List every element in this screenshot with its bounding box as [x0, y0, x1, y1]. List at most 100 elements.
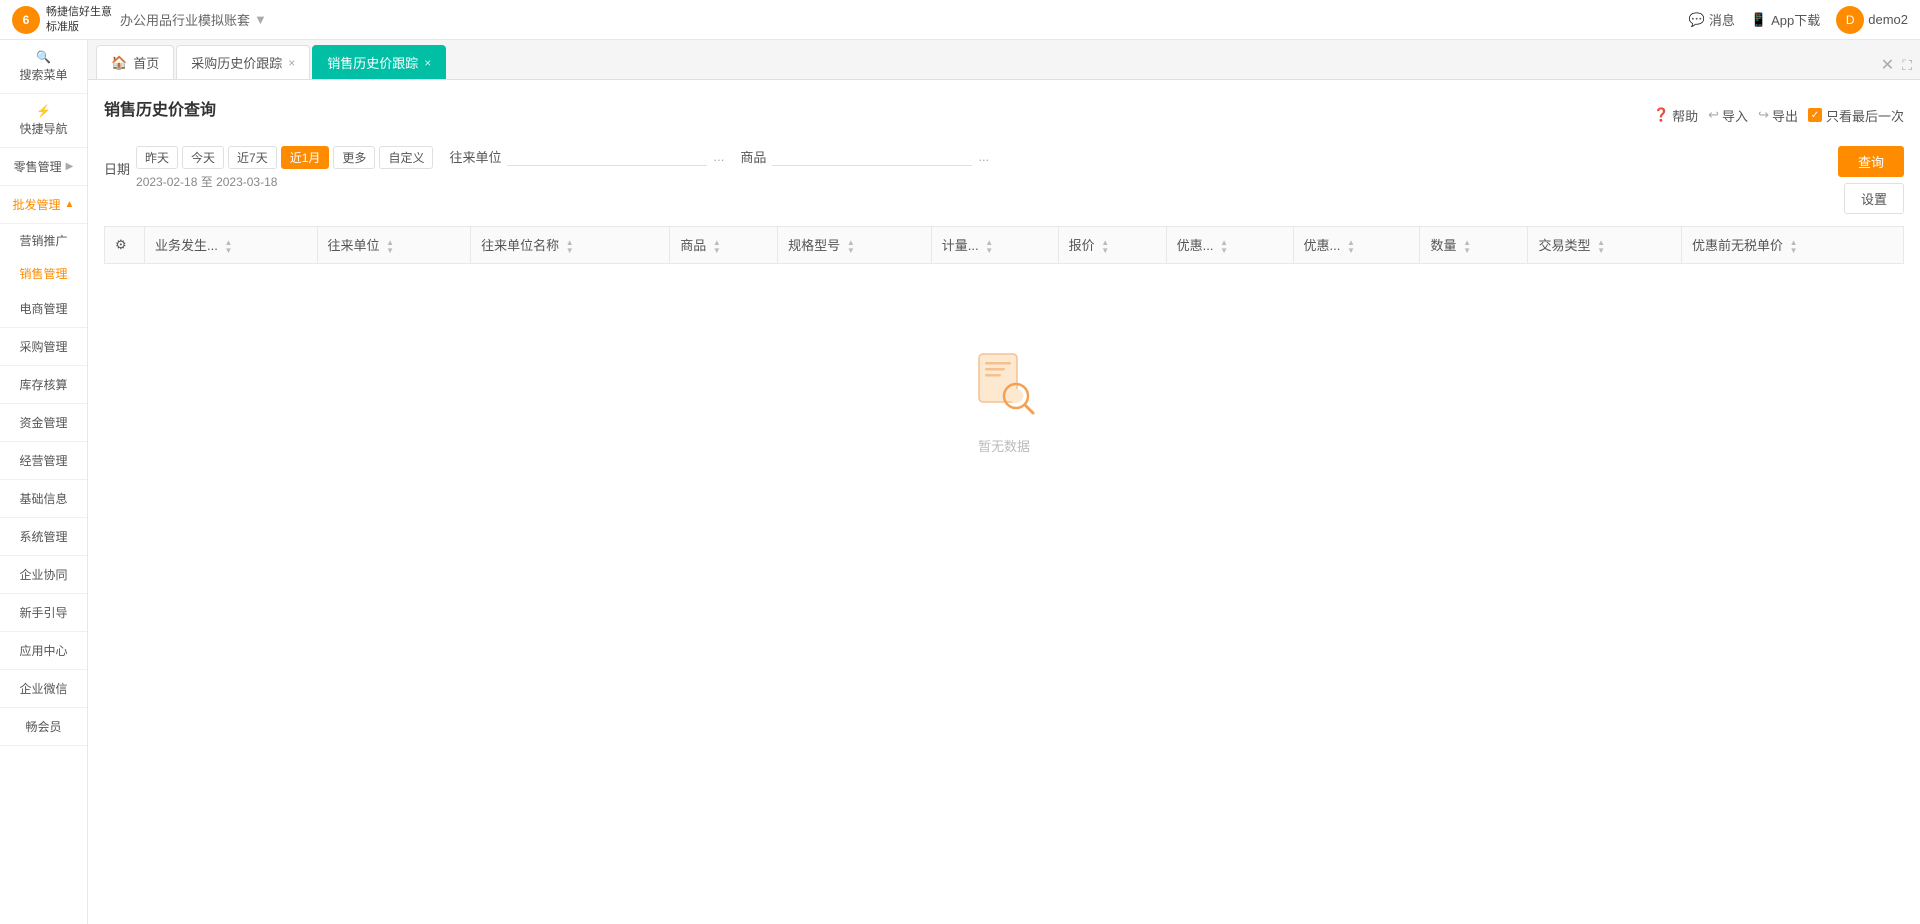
- partner-dots: ...: [713, 149, 724, 164]
- chevron-down-icon: ▲: [65, 199, 75, 210]
- partner-filter-group: 往来单位 ...: [449, 146, 724, 166]
- sidebar-item-retail-mgmt[interactable]: 零售管理 ▶: [0, 148, 87, 186]
- page-header: 销售历史价查询 ❓ 帮助 ↩ 导入 ↪ 导出 ✓: [104, 96, 1904, 134]
- table-col-discount2[interactable]: 优惠... ▲▼: [1293, 227, 1420, 264]
- chevron-down-icon[interactable]: ▼: [254, 12, 267, 27]
- filter-row: 日期 昨天 今天 近7天 近1月 更多 自定义 2023-02-18 至 202…: [104, 146, 1904, 214]
- table-col-quantity[interactable]: 数量 ▲▼: [1420, 227, 1528, 264]
- empty-text: 暂无数据: [978, 436, 1030, 455]
- logo-area: 6 畅捷信好生意 标准版: [12, 5, 112, 34]
- sort-arrows-spec: ▲▼: [847, 239, 855, 255]
- table-col-quote[interactable]: 报价 ▲▼: [1058, 227, 1166, 264]
- tab-bar-actions: ✕ ⛶: [1881, 55, 1912, 79]
- tab-purchase-history[interactable]: 采购历史价跟踪 ×: [176, 45, 310, 79]
- app-download-button[interactable]: 📱 App下载: [1751, 10, 1820, 29]
- date-btn-today[interactable]: 今天: [182, 146, 224, 169]
- date-buttons: 昨天 今天 近7天 近1月 更多 自定义: [136, 146, 433, 169]
- table-col-pretax-price[interactable]: 优惠前无税单价 ▲▼: [1681, 227, 1903, 264]
- sidebar-item-enterprise-wechat[interactable]: 企业微信: [0, 670, 87, 708]
- sort-arrows-unit: ▲▼: [985, 239, 993, 255]
- sort-arrows-partner: ▲▼: [386, 239, 394, 255]
- sidebar-item-member[interactable]: 畅会员: [0, 708, 87, 746]
- tab-close-purchase[interactable]: ×: [288, 56, 295, 70]
- main-layout: 🔍 搜索菜单 ⚡ 快捷导航 零售管理 ▶ 批发管理 ▲ 营销推广 销售管理 电商…: [0, 40, 1920, 924]
- sort-arrows-quantity: ▲▼: [1463, 239, 1471, 255]
- sidebar-item-quick-nav[interactable]: ⚡ 快捷导航: [0, 94, 87, 148]
- settings-button[interactable]: 设置: [1844, 183, 1904, 214]
- sidebar-item-system[interactable]: 系统管理: [0, 518, 87, 556]
- sidebar-item-new-guide[interactable]: 新手引导: [0, 594, 87, 632]
- date-btn-yesterday[interactable]: 昨天: [136, 146, 178, 169]
- sidebar: 🔍 搜索菜单 ⚡ 快捷导航 零售管理 ▶ 批发管理 ▲ 营销推广 销售管理 电商…: [0, 40, 88, 924]
- empty-state: 暂无数据: [104, 264, 1904, 535]
- logo-icon: 6: [12, 6, 40, 34]
- empty-icon: [964, 344, 1044, 424]
- top-bar: 6 畅捷信好生意 标准版 办公用品行业模拟账套 ▼ 💬 消息 📱 App下载 D…: [0, 0, 1920, 40]
- sidebar-item-inventory[interactable]: 库存核算: [0, 366, 87, 404]
- import-button[interactable]: ↩ 导入: [1708, 106, 1748, 125]
- table-col-settings[interactable]: ⚙: [105, 227, 145, 264]
- phone-icon: 📱: [1751, 12, 1767, 28]
- sidebar-item-sales-mgmt[interactable]: 销售管理: [0, 257, 87, 290]
- table-header-row: ⚙ 业务发生... ▲▼ 往来单位 ▲▼ 往来单位名称 ▲▼: [105, 227, 1904, 264]
- date-label: 日期: [104, 159, 130, 178]
- sidebar-item-wholesale-mgmt[interactable]: 批发管理 ▲: [0, 186, 87, 224]
- export-button[interactable]: ↪ 导出: [1758, 106, 1798, 125]
- data-table: ⚙ 业务发生... ▲▼ 往来单位 ▲▼ 往来单位名称 ▲▼: [104, 226, 1904, 264]
- tab-bar: 🏠 首页 采购历史价跟踪 × 销售历史价跟踪 × ✕ ⛶: [88, 40, 1920, 80]
- help-button[interactable]: ❓ 帮助: [1653, 106, 1698, 125]
- date-btn-more[interactable]: 更多: [333, 146, 375, 169]
- chevron-right-icon: ▶: [66, 161, 74, 172]
- table-col-spec[interactable]: 规格型号 ▲▼: [778, 227, 932, 264]
- table-col-partner-id[interactable]: 往来单位 ▲▼: [317, 227, 471, 264]
- sidebar-item-ecommerce[interactable]: 电商管理: [0, 290, 87, 328]
- table-header: ⚙ 业务发生... ▲▼ 往来单位 ▲▼ 往来单位名称 ▲▼: [105, 227, 1904, 264]
- tab-home[interactable]: 🏠 首页: [96, 45, 174, 79]
- tab-close-sales[interactable]: ×: [424, 56, 431, 70]
- maximize-button[interactable]: ⛶: [1902, 57, 1912, 74]
- sidebar-item-app-center[interactable]: 应用中心: [0, 632, 87, 670]
- sidebar-item-enterprise-collab[interactable]: 企业协同: [0, 556, 87, 594]
- sort-arrows-product: ▲▼: [713, 239, 721, 255]
- filter-left: 日期 昨天 今天 近7天 近1月 更多 自定义 2023-02-18 至 202…: [104, 146, 989, 190]
- logo-text: 畅捷信好生意 标准版: [46, 5, 112, 34]
- import-icon: ↩: [1708, 107, 1719, 123]
- date-btn-custom[interactable]: 自定义: [379, 146, 433, 169]
- sidebar-item-finance[interactable]: 资金管理: [0, 404, 87, 442]
- export-icon: ↪: [1758, 107, 1769, 123]
- content-area: 🏠 首页 采购历史价跟踪 × 销售历史价跟踪 × ✕ ⛶ 销售历史价查询: [88, 40, 1920, 924]
- product-dots: ...: [978, 149, 989, 164]
- table-col-trade-type[interactable]: 交易类型 ▲▼: [1528, 227, 1682, 264]
- sidebar-item-biz-mgmt[interactable]: 经营管理: [0, 442, 87, 480]
- table-col-partner-name[interactable]: 往来单位名称 ▲▼: [471, 227, 670, 264]
- search-icon: 🔍: [36, 50, 51, 64]
- query-button[interactable]: 查询: [1838, 146, 1904, 177]
- table-col-unit[interactable]: 计量... ▲▼: [931, 227, 1058, 264]
- message-button[interactable]: 💬 消息: [1689, 10, 1735, 29]
- product-filter-group: 商品 ...: [740, 146, 989, 166]
- sidebar-item-search-menu[interactable]: 🔍 搜索菜单: [0, 40, 87, 94]
- date-range-text: 2023-02-18 至 2023-03-18: [136, 173, 433, 190]
- table-col-biz-date[interactable]: 业务发生... ▲▼: [145, 227, 318, 264]
- avatar: D: [1836, 6, 1864, 34]
- table-col-discount1[interactable]: 优惠... ▲▼: [1166, 227, 1293, 264]
- page-content: 销售历史价查询 ❓ 帮助 ↩ 导入 ↪ 导出 ✓: [88, 80, 1920, 924]
- filter-right: 查询 设置: [1838, 146, 1904, 214]
- home-icon: 🏠: [111, 55, 127, 71]
- partner-input[interactable]: [507, 146, 707, 166]
- sidebar-item-marketing[interactable]: 营销推广: [0, 224, 87, 257]
- close-all-tabs-button[interactable]: ✕: [1881, 55, 1894, 75]
- date-btn-7days[interactable]: 近7天: [228, 146, 277, 169]
- page-title: 销售历史价查询: [104, 96, 216, 120]
- table-col-product[interactable]: 商品 ▲▼: [670, 227, 778, 264]
- user-menu[interactable]: D demo2: [1836, 6, 1908, 34]
- only-last-checkbox[interactable]: ✓ 只看最后一次: [1808, 106, 1904, 125]
- date-filter-controls: 昨天 今天 近7天 近1月 更多 自定义 2023-02-18 至 2023-0…: [136, 146, 433, 190]
- breadcrumb: 办公用品行业模拟账套 ▼: [120, 10, 267, 29]
- sidebar-item-purchase[interactable]: 采购管理: [0, 328, 87, 366]
- sort-arrows-discount1: ▲▼: [1220, 239, 1228, 255]
- tab-sales-history[interactable]: 销售历史价跟踪 ×: [312, 45, 446, 79]
- sidebar-item-basic-info[interactable]: 基础信息: [0, 480, 87, 518]
- product-input[interactable]: [772, 146, 972, 166]
- date-btn-1month[interactable]: 近1月: [281, 146, 330, 169]
